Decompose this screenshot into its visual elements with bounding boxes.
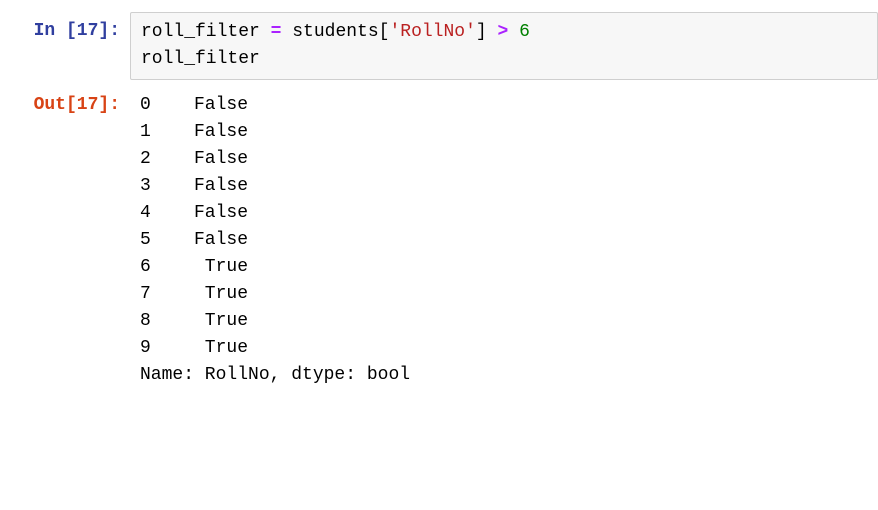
code-token: roll_filter: [141, 22, 271, 42]
output-row: 4 False: [140, 203, 248, 223]
string-literal: 'RollNo': [389, 22, 475, 42]
input-prompt: In [17]:: [0, 12, 130, 45]
output-row: 6 True: [140, 257, 248, 277]
output-row: 2 False: [140, 149, 248, 169]
output-row: 3 False: [140, 176, 248, 196]
code-token: students[: [281, 22, 389, 42]
output-row: 9 True: [140, 338, 248, 358]
output-row: 8 True: [140, 311, 248, 331]
output-text: 0 False 1 False 2 False 3 False 4 False …: [130, 86, 878, 395]
output-row: 5 False: [140, 230, 248, 250]
input-cell: In [17]: roll_filter = students['RollNo'…: [0, 12, 878, 80]
code-token: ]: [476, 22, 498, 42]
output-row: 7 True: [140, 284, 248, 304]
operator-equals: =: [271, 22, 282, 42]
operator-gt: >: [498, 22, 509, 42]
code-token: [508, 22, 519, 42]
code-input[interactable]: roll_filter = students['RollNo'] > 6 rol…: [130, 12, 878, 80]
code-token: roll_filter: [141, 49, 260, 69]
number-literal: 6: [519, 22, 530, 42]
output-footer: Name: RollNo, dtype: bool: [140, 365, 410, 385]
output-row: 0 False: [140, 95, 248, 115]
output-prompt: Out[17]:: [0, 86, 130, 119]
output-cell: Out[17]: 0 False 1 False 2 False 3 False…: [0, 86, 878, 395]
output-row: 1 False: [140, 122, 248, 142]
